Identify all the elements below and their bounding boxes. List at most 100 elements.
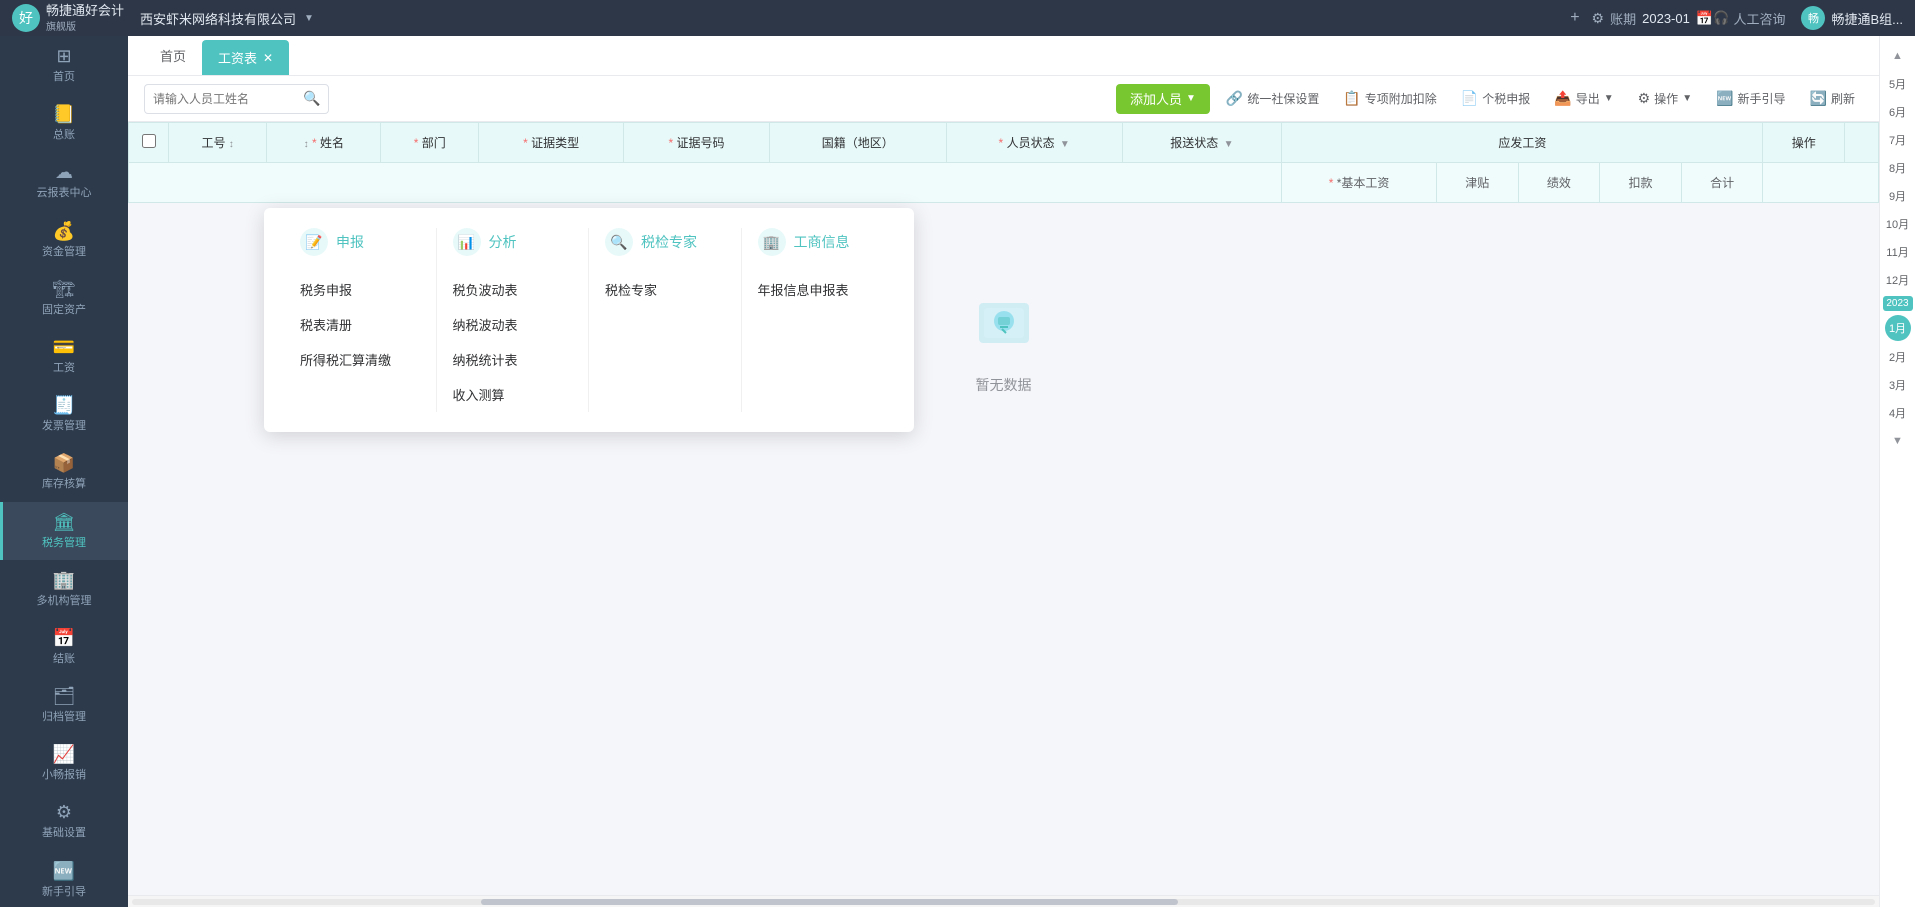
month-5[interactable]: 5月 xyxy=(1883,72,1913,96)
dropdown-header-expert: 🔍 税检专家 xyxy=(605,228,725,256)
search-input[interactable] xyxy=(153,92,303,106)
tab-close-icon[interactable]: ✕ xyxy=(263,51,273,65)
business-section-label: 工商信息 xyxy=(794,232,850,252)
company-dropdown-icon: ▼ xyxy=(304,13,314,24)
operate-button[interactable]: ⚙ 操作 ▼ xyxy=(1630,90,1700,107)
logo-name: 畅捷通好会计 xyxy=(46,3,124,19)
month-9[interactable]: 9月 xyxy=(1883,184,1913,208)
month-11[interactable]: 11月 xyxy=(1883,240,1913,264)
sub-col-basic: * *基本工资 xyxy=(1282,163,1437,203)
inventory-icon: 📦 xyxy=(53,453,75,474)
sub-col-performance: 绩效 xyxy=(1518,163,1600,203)
tax-report-label: 个税申报 xyxy=(1482,90,1530,107)
search-box[interactable]: 🔍 xyxy=(144,84,329,114)
sidebar-label-salary: 工资 xyxy=(53,362,75,375)
main-layout: ⊞ 首页 📒 总账 ☁ 云报表中心 💰 资金管理 🏗 固定资产 💳 工资 🧾 发… xyxy=(0,36,1915,907)
col-status-label: 人员状态 xyxy=(1007,136,1055,150)
tab-salary[interactable]: 工资表 ✕ xyxy=(202,40,289,75)
right-panel: ▲ 5月 6月 7月 8月 9月 10月 11月 12月 2023 1月 2月 … xyxy=(1879,36,1915,907)
menu-item-tax-declare[interactable]: 税务申报 xyxy=(300,272,420,307)
month-1-active[interactable]: 1月 xyxy=(1885,315,1911,341)
month-3[interactable]: 3月 xyxy=(1883,373,1913,397)
panel-nav-up[interactable]: ▲ xyxy=(1886,44,1910,68)
filter-status-icon[interactable]: ▼ xyxy=(1060,139,1070,150)
col-status: * 人员状态 ▼ xyxy=(946,123,1122,163)
social-insurance-button[interactable]: 🔗 统一社保设置 xyxy=(1218,90,1327,107)
menu-item-annual-report[interactable]: 年报信息申报表 xyxy=(758,272,879,307)
special-deduction-button[interactable]: 📋 专项附加扣除 xyxy=(1335,90,1444,107)
month-8[interactable]: 8月 xyxy=(1883,156,1913,180)
export-button[interactable]: 📤 导出 ▼ xyxy=(1546,90,1621,107)
col-employee-id: 工号 ↕ xyxy=(169,123,267,163)
sidebar-item-guide[interactable]: 🆕 新手引导 xyxy=(0,851,128,907)
sidebar-item-multi-org[interactable]: 🏢 多机构管理 xyxy=(0,560,128,618)
sort-name-icon[interactable]: ↕ xyxy=(304,139,309,150)
sidebar-label-fund: 资金管理 xyxy=(42,246,86,259)
multi-org-icon: 🏢 xyxy=(53,570,75,591)
menu-item-tax-dynamic[interactable]: 纳税波动表 xyxy=(453,307,573,342)
month-6[interactable]: 6月 xyxy=(1883,100,1913,124)
refresh-button[interactable]: 🔄 刷新 xyxy=(1802,90,1863,107)
sidebar-item-fixed-assets[interactable]: 🏗 固定资产 xyxy=(0,269,128,327)
tax-report-icon: 📄 xyxy=(1461,90,1478,107)
menu-item-tax-check[interactable]: 税检专家 xyxy=(605,272,725,307)
sort-employee-id-icon[interactable]: ↕ xyxy=(229,139,234,150)
sidebar-item-invoice[interactable]: 🧾 发票管理 xyxy=(0,385,128,443)
menu-item-tax-table[interactable]: 税表清册 xyxy=(300,307,420,342)
sidebar-item-tax[interactable]: 🏛 税务管理 xyxy=(0,502,128,560)
sub-col-perf-label: 绩效 xyxy=(1547,176,1571,190)
month-2[interactable]: 2月 xyxy=(1883,345,1913,369)
period-selector[interactable]: 账期 2023-01 📅 xyxy=(1610,9,1713,28)
user-menu[interactable]: 畅 畅捷通B组... xyxy=(1801,6,1903,30)
dropdown-header-analysis: 📊 分析 xyxy=(453,228,573,256)
col-domicile: 国籍（地区） xyxy=(769,123,946,163)
new-guide-button[interactable]: 🆕 新手引导 xyxy=(1708,90,1793,107)
sidebar-item-xiao-report[interactable]: 📈 小畅报销 xyxy=(0,734,128,792)
sidebar-item-home[interactable]: ⊞ 首页 xyxy=(0,36,128,94)
sidebar-item-settings[interactable]: ⚙ 基础设置 xyxy=(0,792,128,850)
month-4[interactable]: 4月 xyxy=(1883,401,1913,425)
add-person-button[interactable]: 添加人员 ▼ xyxy=(1116,84,1210,114)
sidebar-item-cloud-report[interactable]: ☁ 云报表中心 xyxy=(0,152,128,210)
panel-nav-down[interactable]: ▼ xyxy=(1886,429,1910,453)
horizontal-scrollbar[interactable] xyxy=(128,895,1879,907)
col-name: ↕ * 姓名 xyxy=(267,123,381,163)
analysis-section-label: 分析 xyxy=(489,232,517,252)
select-all-checkbox[interactable] xyxy=(142,134,156,148)
service-label: 人工咨询 xyxy=(1733,9,1785,28)
scroll-thumb[interactable] xyxy=(481,899,1178,905)
sidebar-item-inventory[interactable]: 📦 库存核算 xyxy=(0,443,128,501)
col-id-type-label: 证据类型 xyxy=(531,136,579,150)
sub-col-basic-label: *基本工资 xyxy=(1337,176,1390,190)
logo: 好 畅捷通好会计 旗舰版 xyxy=(12,3,140,34)
sidebar-item-salary[interactable]: 💳 工资 xyxy=(0,327,128,385)
month-10[interactable]: 10月 xyxy=(1883,212,1913,236)
col-operate xyxy=(1845,123,1879,163)
sidebar-label-multi-org: 多机构管理 xyxy=(37,595,92,608)
month-7[interactable]: 7月 xyxy=(1883,128,1913,152)
dropdown-col-declare: 📝 申报 税务申报 税表清册 所得税汇算清缴 xyxy=(284,228,437,412)
menu-item-income-calc2[interactable]: 收入测算 xyxy=(453,377,573,412)
sub-col-total-label: 合计 xyxy=(1710,176,1734,190)
filter-report-icon[interactable]: ▼ xyxy=(1224,139,1234,150)
sidebar-item-close[interactable]: 📅 结账 xyxy=(0,618,128,676)
menu-item-tax-burden[interactable]: 税负波动表 xyxy=(453,272,573,307)
sidebar-item-archive[interactable]: 🗂 归档管理 xyxy=(0,676,128,734)
customer-service-button[interactable]: 🎧 人工咨询 xyxy=(1713,9,1785,28)
month-12[interactable]: 12月 xyxy=(1883,268,1913,292)
tab-home[interactable]: 首页 xyxy=(144,38,202,75)
assets-icon: 🏗 xyxy=(53,279,76,300)
tax-report-button[interactable]: 📄 个税申报 xyxy=(1453,90,1538,107)
menu-item-income-calc[interactable]: 所得税汇算清缴 xyxy=(300,342,420,377)
table-sub-header-row: * *基本工资 津贴 绩效 扣款 合计 xyxy=(129,163,1879,203)
sidebar-label-ledger: 总账 xyxy=(53,129,75,142)
sidebar-item-ledger[interactable]: 📒 总账 xyxy=(0,94,128,152)
sidebar-item-fund[interactable]: 💰 资金管理 xyxy=(0,211,128,269)
home-icon: ⊞ xyxy=(56,46,71,67)
sidebar-label-settings: 基础设置 xyxy=(42,827,86,840)
settings-icon[interactable]: ⚙ xyxy=(1592,10,1605,27)
company-selector[interactable]: 西安虾米网络科技有限公司 ▼ xyxy=(140,9,1564,28)
menu-item-tax-stats[interactable]: 纳税统计表 xyxy=(453,342,573,377)
export-label: 导出 xyxy=(1576,90,1600,107)
add-company-button[interactable]: + xyxy=(1570,9,1579,27)
